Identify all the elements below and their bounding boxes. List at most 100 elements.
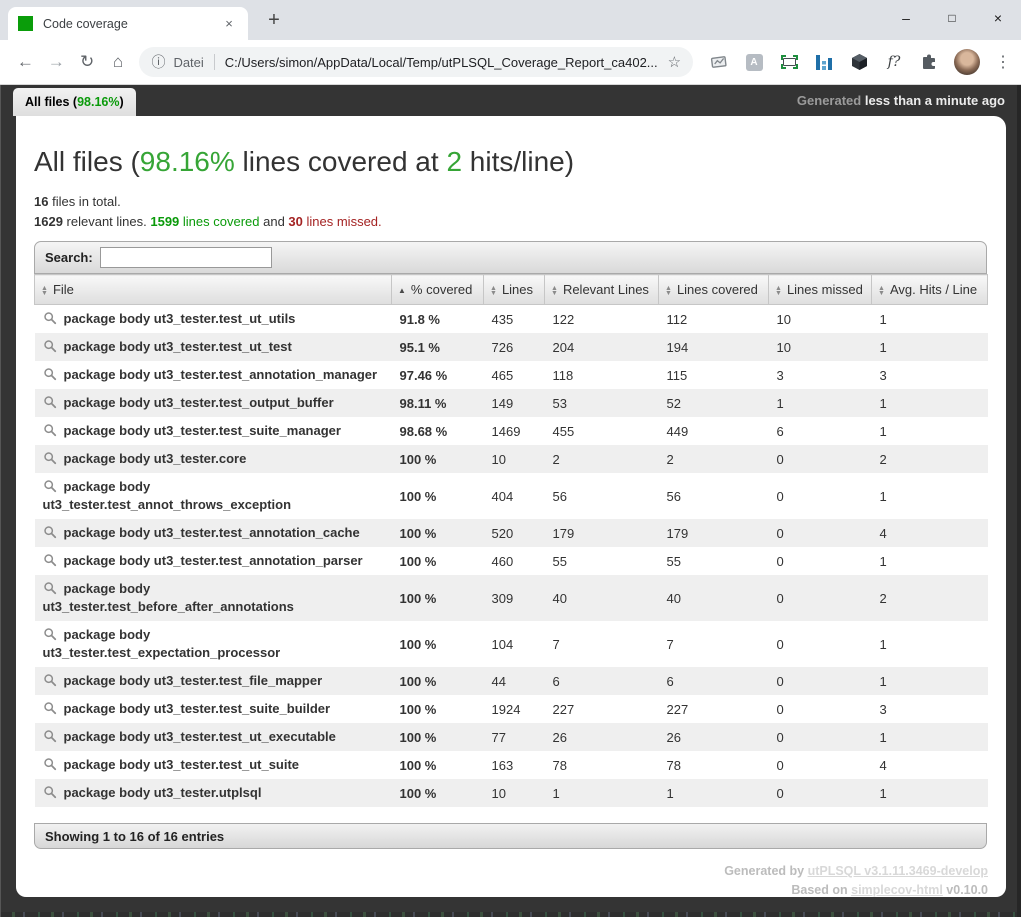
bookmark-star-icon[interactable]: ☆ [668, 53, 681, 71]
column-header-lines-covered[interactable]: ▲▼Lines covered [659, 275, 769, 305]
file-cell[interactable]: package body ut3_tester.test_annotation_… [35, 361, 392, 389]
sort-both-icon: ▲▼ [41, 286, 48, 296]
column-header-lines[interactable]: ▲▼Lines [484, 275, 545, 305]
coverage-page: All files (98.16%) Generated less than a… [0, 85, 1021, 917]
percent-covered-cell: 91.8 % [392, 305, 484, 334]
maximize-button[interactable]: □ [929, 0, 975, 35]
file-cell[interactable]: package body ut3_tester.test_ut_test [35, 333, 392, 361]
column-header-lines-missed[interactable]: ▲▼ Lines missed [769, 275, 872, 305]
relevant-lines-cell: 56 [545, 473, 659, 519]
extensions-puzzle-icon[interactable] [919, 52, 939, 72]
file-cell[interactable]: package body ut3_tester.test_ut_executab… [35, 723, 392, 751]
magnifier-icon [43, 785, 57, 799]
page-info-icon[interactable]: ⓘ [151, 52, 165, 72]
percent-covered-cell: 100 % [392, 723, 484, 751]
relevant-lines-cell: 455 [545, 417, 659, 445]
relevant-lines-cell: 7 [545, 621, 659, 667]
math-extension-icon[interactable]: f? [884, 52, 904, 72]
file-cell[interactable]: package body ut3_tester.test_ut_utils [35, 305, 392, 334]
percent-covered-cell: 100 % [392, 779, 484, 807]
browser-menu-icon[interactable]: ⋮ [995, 52, 1011, 72]
relevant-lines-cell: 26 [545, 723, 659, 751]
percent-covered-cell: 100 % [392, 667, 484, 695]
table-row: package body ut3_tester.core 100 % 10 2 … [35, 445, 988, 473]
all-files-tab-label: All files ( [25, 95, 77, 109]
avg-hits-cell: 1 [872, 723, 988, 751]
avg-hits-cell: 4 [872, 519, 988, 547]
column-label: File [53, 282, 74, 297]
file-cell[interactable]: package body ut3_tester.utplsql [35, 779, 392, 807]
file-cell[interactable]: package body ut3_tester.test_annotation_… [35, 547, 392, 575]
magnifier-icon [43, 627, 57, 641]
file-name-line2: ut3_tester.test_expectation_processor [43, 645, 281, 660]
table-row: package body ut3_tester.test_file_mapper… [35, 667, 988, 695]
stamp-extension-icon[interactable] [709, 52, 729, 72]
avg-hits-cell: 1 [872, 389, 988, 417]
all-files-tab[interactable]: All files (98.16%) [13, 88, 136, 116]
file-cell[interactable]: package body ut3_tester.test_annotation_… [35, 519, 392, 547]
lines-covered-cell: 179 [659, 519, 769, 547]
column-label: Lines covered [677, 282, 758, 297]
lines-missed-cell: 0 [769, 723, 872, 751]
coverage-table-body: package body ut3_tester.test_ut_utils 91… [35, 305, 988, 808]
file-cell[interactable]: package body ut3_tester.test_suite_build… [35, 695, 392, 723]
avg-hits-cell: 1 [872, 417, 988, 445]
lines-missed-cell: 0 [769, 445, 872, 473]
address-bar[interactable]: ⓘ Datei C:/Users/simon/AppData/Local/Tem… [139, 47, 693, 77]
lines-covered-cell: 194 [659, 333, 769, 361]
column-header-percent-covered[interactable]: ▲% covered [392, 275, 484, 305]
browser-titlebar: Code coverage × + – □ × [0, 0, 1021, 40]
new-tab-button[interactable]: + [260, 6, 288, 34]
minimize-button[interactable]: – [883, 0, 929, 35]
file-cell[interactable]: package body ut3_tester.core [35, 445, 392, 473]
browser-toolbar: ← → ↻ ⌂ ⓘ Datei C:/Users/simon/AppData/L… [0, 40, 1021, 85]
reload-icon[interactable]: ↻ [75, 52, 100, 72]
generated-note: Generated less than a minute ago [797, 93, 1005, 108]
search-label: Search: [45, 250, 93, 265]
table-row: package body ut3_tester.test_ut_test 95.… [35, 333, 988, 361]
pdf-extension-icon[interactable]: A [744, 52, 764, 72]
home-icon[interactable]: ⌂ [106, 52, 131, 72]
lines-missed-cell: 0 [769, 695, 872, 723]
file-cell[interactable]: package body ut3_tester.test_suite_manag… [35, 417, 392, 445]
relevant-lines-cell: 1 [545, 779, 659, 807]
relevant-lines-cell: 78 [545, 751, 659, 779]
simplecov-link[interactable]: simplecov-html [851, 883, 943, 897]
relevant-lines-cell: 55 [545, 547, 659, 575]
column-header-relevant-lines[interactable]: ▲▼Relevant Lines [545, 275, 659, 305]
column-label: Lines missed [787, 282, 863, 297]
relevant-lines-cell: 6 [545, 667, 659, 695]
lines-missed-cell: 0 [769, 519, 872, 547]
lines-covered-cell: 6 [659, 667, 769, 695]
file-cell[interactable]: package bodyut3_tester.test_before_after… [35, 575, 392, 621]
lines-cell: 163 [484, 751, 545, 779]
browser-tab[interactable]: Code coverage × [8, 7, 248, 40]
sort-both-icon: ▲▼ [775, 286, 782, 296]
screenshot-extension-icon[interactable] [779, 52, 799, 72]
back-icon[interactable]: ← [13, 52, 38, 72]
close-button[interactable]: × [975, 0, 1021, 35]
table-row: package body ut3_tester.test_ut_utils 91… [35, 305, 988, 334]
file-cell[interactable]: package body ut3_tester.test_output_buff… [35, 389, 392, 417]
file-cell[interactable]: package body ut3_tester.test_file_mapper [35, 667, 392, 695]
profile-avatar[interactable] [954, 49, 980, 75]
lines-covered-cell: 2 [659, 445, 769, 473]
file-cell[interactable]: package bodyut3_tester.test_expectation_… [35, 621, 392, 667]
avg-hits-cell: 1 [872, 473, 988, 519]
lines-cell: 726 [484, 333, 545, 361]
magnifier-icon [43, 581, 57, 595]
cube-extension-icon[interactable] [849, 52, 869, 72]
forward-icon[interactable]: → [44, 52, 69, 72]
file-cell[interactable]: package body ut3_tester.test_ut_suite [35, 751, 392, 779]
search-input[interactable] [100, 247, 272, 268]
column-label: Lines [502, 282, 533, 297]
stats-bars-extension-icon[interactable] [814, 52, 834, 72]
based-on-line: Based on simplecov-html v0.10.0 [34, 881, 988, 900]
utplsql-link[interactable]: utPLSQL v3.1.11.3469-develop [808, 864, 988, 878]
magnifier-icon [43, 423, 57, 437]
file-cell[interactable]: package bodyut3_tester.test_annot_throws… [35, 473, 392, 519]
column-header-file[interactable]: ▲▼ File [35, 275, 392, 305]
tab-close-icon[interactable]: × [220, 15, 238, 33]
relevant-lines-cell: 118 [545, 361, 659, 389]
column-header-avg-hits[interactable]: ▲▼Avg. Hits / Line [872, 275, 988, 305]
